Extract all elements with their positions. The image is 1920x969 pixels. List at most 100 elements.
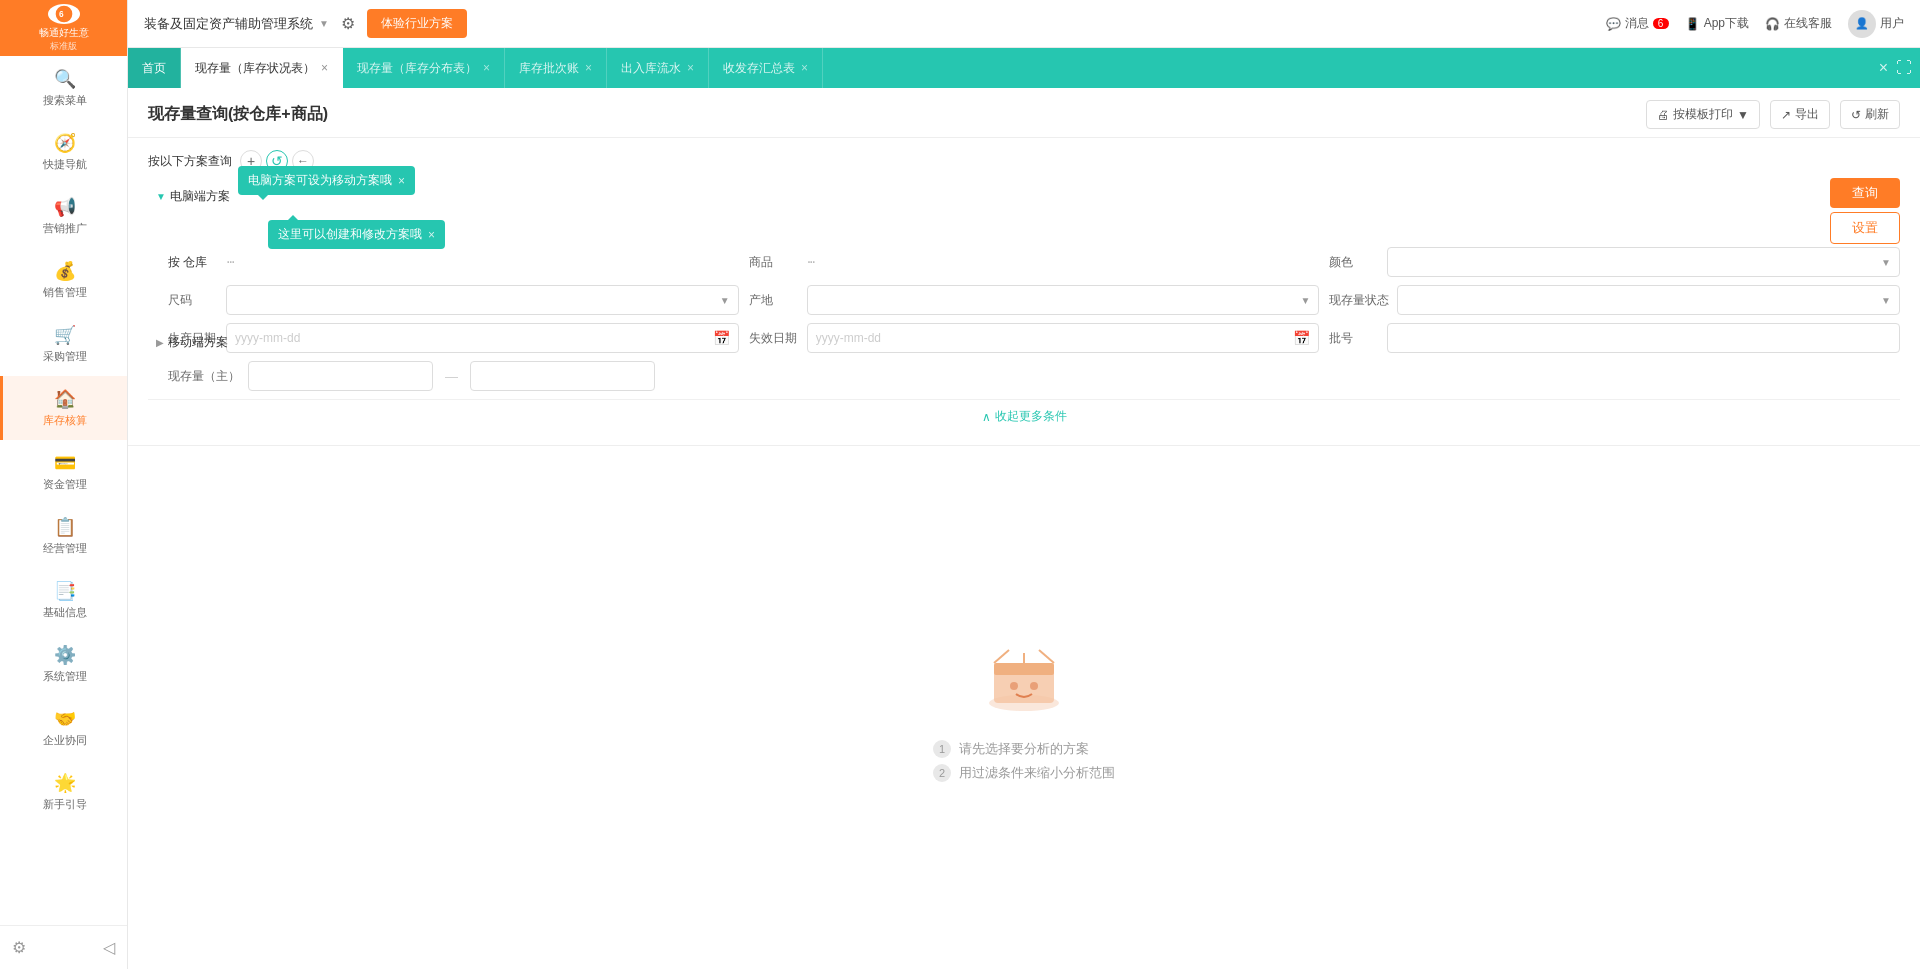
close-all-tabs-btn[interactable]: × [1879,59,1888,77]
tooltip-create-close[interactable]: × [428,228,435,242]
empty-text-list: 1 请先选择要分析的方案 2 用过滤条件来缩小分析范围 [933,740,1115,788]
refresh-btn[interactable]: ↺ 刷新 [1840,100,1900,129]
inventory-main-from-input[interactable] [248,361,433,391]
size-label: 尺码 [168,292,218,309]
sidebar-item-enterprise[interactable]: 🤝 企业协同 [0,696,127,760]
settings-btn-filter[interactable]: 设置 [1830,212,1900,244]
header-settings-icon[interactable]: ⚙ [341,14,355,33]
sidebar-item-label: 营销推广 [43,221,87,236]
message-label: 消息 [1625,15,1649,32]
tab-inventory-status-close[interactable]: × [321,61,328,75]
size-select[interactable]: ▼ [226,285,739,315]
app-download-label: App下载 [1704,15,1749,32]
tab-recv-summary-close[interactable]: × [801,61,808,75]
inventory-status-label: 现存量状态 [1329,292,1389,309]
empty-state: 1 请先选择要分析的方案 2 用过滤条件来缩小分析范围 [128,446,1920,969]
sidebar-item-label: 基础信息 [43,605,87,620]
origin-select[interactable]: ▼ [807,285,1320,315]
production-date-input[interactable]: yyyy-mm-dd 📅 [226,323,739,353]
content-area: 现存量查询(按仓库+商品) 🖨 按模板打印 ▼ ↗ 导出 ↺ 刷新 [128,88,1920,969]
sidebar-item-search[interactable]: 🔍 搜索菜单 [0,56,127,120]
production-date-calendar-icon[interactable]: 📅 [713,330,730,346]
sidebar-item-inventory[interactable]: 🏠 库存核算 [0,376,127,440]
sidebar-item-purchase[interactable]: 🛒 采购管理 [0,312,127,376]
goods-label: 商品 [749,254,799,271]
search-icon: 🔍 [54,68,76,90]
tab-recv-summary[interactable]: 收发存汇总表 × [709,48,823,88]
collapse-btn[interactable]: ∧ 收起更多条件 [148,399,1900,433]
filter-batch: 批号 [1329,323,1900,353]
sidebar-item-sales[interactable]: 💰 销售管理 [0,248,127,312]
basic-info-icon: 📑 [54,580,76,602]
enterprise-icon: 🤝 [54,708,76,730]
tab-in-out-flow[interactable]: 出入库流水 × [607,48,709,88]
settings-btn[interactable]: ⚙ [12,938,26,957]
sidebar-item-quicknav[interactable]: 🧭 快捷导航 [0,120,127,184]
filter-warehouse: 按 仓库 ··· [168,247,739,277]
inventory-icon: 🏠 [54,388,76,410]
export-btn[interactable]: ↗ 导出 [1770,100,1830,129]
app-download-btn[interactable]: 📱 App下载 [1685,15,1749,32]
sidebar-item-label: 经营管理 [43,541,87,556]
sidebar-item-label: 搜索菜单 [43,93,87,108]
empty-hint-1: 1 请先选择要分析的方案 [933,740,1115,758]
sidebar-item-guide[interactable]: 🌟 新手引导 [0,760,127,824]
tab-home[interactable]: 首页 [128,48,181,88]
tab-inventory-batch-close[interactable]: × [585,61,592,75]
sidebar-item-finance[interactable]: 💳 资金管理 [0,440,127,504]
tooltip-pc-close[interactable]: × [398,174,405,188]
warehouse-input[interactable]: ··· [226,253,233,271]
sidebar-item-label: 新手引导 [43,797,87,812]
system-selector[interactable]: 装备及固定资产辅助管理系统 ▼ [144,15,329,33]
tab-home-label: 首页 [142,60,166,77]
hint-text-1: 请先选择要分析的方案 [959,740,1089,758]
inventory-main-to-input[interactable] [470,361,655,391]
svg-point-5 [1010,682,1018,690]
online-service-btn[interactable]: 🎧 在线客服 [1765,15,1832,32]
page-actions: 🖨 按模板打印 ▼ ↗ 导出 ↺ 刷新 [1646,100,1900,129]
color-select[interactable]: ▼ [1387,247,1900,277]
tab-inventory-dist[interactable]: 现存量（库存分布表） × [343,48,505,88]
sidebar-item-operations[interactable]: 📋 经营管理 [0,504,127,568]
sidebar-item-system[interactable]: ⚙️ 系统管理 [0,632,127,696]
tab-bar-end: × ⛶ [1879,59,1920,77]
query-btn[interactable]: 查询 [1830,178,1900,208]
template-print-btn[interactable]: 🖨 按模板打印 ▼ [1646,100,1760,129]
tooltip-pc-scheme: 电脑方案可设为移动方案哦 × [238,166,415,195]
hint-num-2: 2 [933,764,951,782]
sidebar-item-basic-info[interactable]: 📑 基础信息 [0,568,127,632]
tooltip-create-text: 这里可以创建和修改方案哦 [278,226,422,243]
goods-input[interactable]: ··· [807,253,814,271]
expiry-date-calendar-icon[interactable]: 📅 [1293,330,1310,346]
user-btn[interactable]: 👤 用户 [1848,10,1904,38]
sidebar-item-marketing[interactable]: 📢 营销推广 [0,184,127,248]
svg-rect-4 [994,663,1054,675]
scheme-item-mobile[interactable]: ▶ 移动端方案 [148,330,236,355]
tab-inventory-status[interactable]: 现存量（库存状况表） × [181,48,343,88]
production-date-placeholder: yyyy-mm-dd [235,331,300,345]
expiry-date-input[interactable]: yyyy-mm-dd 📅 [807,323,1320,353]
inventory-status-select[interactable]: ▼ [1397,285,1900,315]
tab-inventory-batch[interactable]: 库存批次账 × [505,48,607,88]
tab-in-out-flow-close[interactable]: × [687,61,694,75]
trial-button[interactable]: 体验行业方案 [367,9,467,38]
tab-bar: 首页 现存量（库存状况表） × 现存量（库存分布表） × 库存批次账 × 出入库… [128,48,1920,88]
finance-icon: 💳 [54,452,76,474]
filter-row-4: 现存量（主） — [168,361,1900,391]
inventory-main-label: 现存量（主） [168,368,240,385]
tab-inventory-dist-close[interactable]: × [483,61,490,75]
batch-input[interactable] [1387,323,1900,353]
tooltip-create-scheme: 这里可以创建和修改方案哦 × [268,220,445,249]
tab-in-out-flow-label: 出入库流水 [621,60,681,77]
color-select-arrow: ▼ [1881,257,1891,268]
export-label: 导出 [1795,106,1819,123]
refresh-label: 刷新 [1865,106,1889,123]
expiry-date-label: 失效日期 [749,330,799,347]
collapse-sidebar-btn[interactable]: ◁ [103,938,115,957]
hint-text-2: 用过滤条件来缩小分析范围 [959,764,1115,782]
maximize-btn[interactable]: ⛶ [1896,59,1912,77]
message-btn[interactable]: 💬 消息 6 [1606,15,1669,32]
message-badge: 6 [1653,18,1669,29]
sidebar-logo: 6 畅通好生意 标准版 [0,0,127,56]
export-icon: ↗ [1781,108,1791,122]
